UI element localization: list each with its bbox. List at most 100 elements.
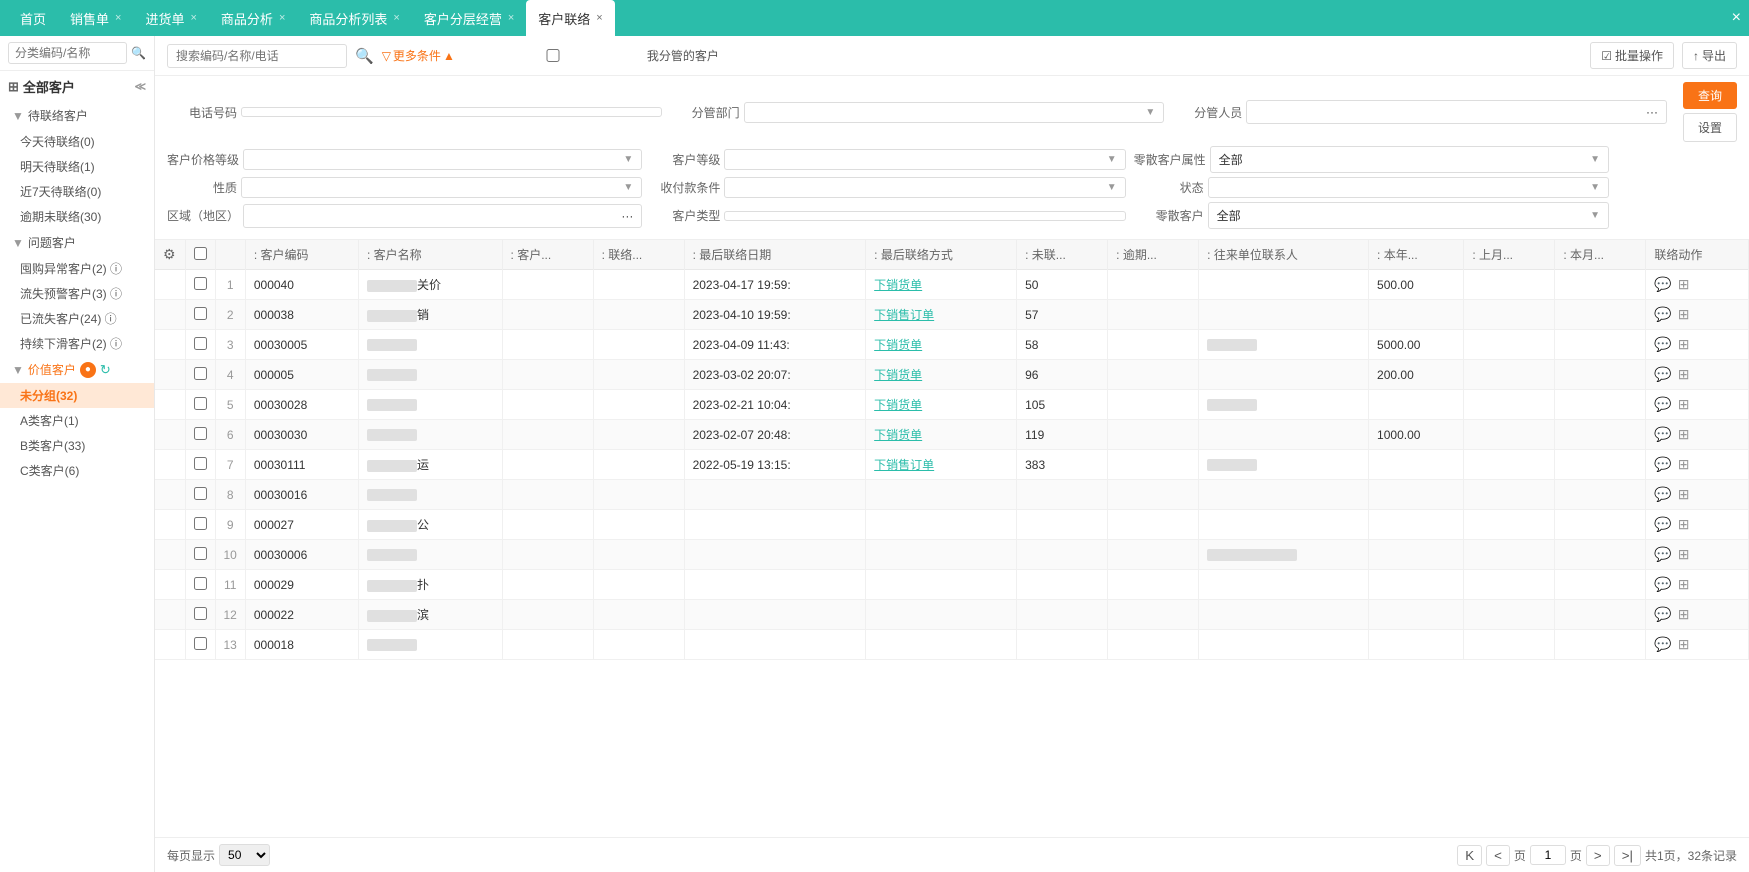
row-checkbox[interactable] — [185, 360, 215, 390]
row-last-method-link[interactable]: 下销售订单 — [874, 308, 934, 322]
sidebar-item-class-a[interactable]: A类客户(1) — [0, 408, 154, 433]
sidebar-item-class-c[interactable]: C类客户(6) — [0, 458, 154, 483]
sidebar-item-today-pending[interactable]: 今天待联络(0) — [0, 129, 154, 154]
close-analysis-list-tab[interactable]: × — [393, 12, 399, 24]
filter-payment-select[interactable]: ▼ — [724, 177, 1125, 198]
grid-icon[interactable]: ⊞ — [1678, 456, 1690, 473]
chat-icon[interactable]: 💬 — [1654, 336, 1671, 353]
grid-icon[interactable]: ⊞ — [1678, 486, 1690, 503]
value-group-header[interactable]: ▼ 价值客户 ● ↻ — [0, 356, 154, 383]
chat-icon[interactable]: 💬 — [1654, 306, 1671, 323]
row-select-checkbox[interactable] — [194, 367, 207, 380]
sidebar-item-churn-warning[interactable]: 流失预警客户(3) ⓘ — [0, 281, 154, 306]
settings-icon[interactable]: ⚙ — [163, 246, 176, 262]
row-select-checkbox[interactable] — [194, 337, 207, 350]
chat-icon[interactable]: 💬 — [1654, 276, 1671, 293]
filter-manager-input[interactable]: ··· — [1246, 100, 1667, 124]
filter-region-input[interactable]: ··· — [243, 204, 642, 228]
close-purchase-tab[interactable]: × — [190, 12, 196, 24]
filter-dept-select[interactable]: ▼ — [744, 102, 1165, 123]
per-page-select[interactable]: 50 20 100 — [219, 844, 270, 866]
grid-icon[interactable]: ⊞ — [1678, 366, 1690, 383]
row-select-checkbox[interactable] — [194, 547, 207, 560]
row-checkbox[interactable] — [185, 600, 215, 630]
grid-icon[interactable]: ⊞ — [1678, 336, 1690, 353]
row-last-method-link[interactable]: 下销售订单 — [874, 458, 934, 472]
row-checkbox[interactable] — [185, 390, 215, 420]
row-checkbox[interactable] — [185, 420, 215, 450]
checkbox-col-header[interactable] — [185, 240, 215, 270]
category-search-input[interactable] — [8, 42, 127, 64]
close-customer-contact-tab[interactable]: × — [596, 12, 602, 24]
tab-home[interactable]: 首页 — [8, 0, 58, 36]
problem-group-header[interactable]: ▼ 问题客户 — [0, 229, 154, 256]
sidebar-item-class-b[interactable]: B类客户(33) — [0, 433, 154, 458]
sidebar-item-ungroup[interactable]: 未分组(32) — [0, 383, 154, 408]
filter-scatter-attr-select[interactable]: 全部▼ — [1210, 146, 1609, 173]
grid-icon[interactable]: ⊞ — [1678, 306, 1690, 323]
row-checkbox[interactable] — [185, 450, 215, 480]
prev-page-button[interactable]: < — [1486, 845, 1510, 866]
filter-status-select[interactable]: ▼ — [1208, 177, 1609, 198]
my-customers-checkbox[interactable] — [463, 49, 643, 62]
grid-icon[interactable]: ⊞ — [1678, 516, 1690, 533]
row-last-method-link[interactable]: 下销货单 — [874, 428, 922, 442]
row-last-method-link[interactable]: 下销货单 — [874, 398, 922, 412]
more-conditions-btn[interactable]: ▽ 更多条件 ▲ — [382, 47, 455, 64]
refresh-icon[interactable]: ↻ — [100, 362, 111, 378]
grid-icon[interactable]: ⊞ — [1678, 396, 1690, 413]
sidebar-item-hoarding[interactable]: 囤购异常客户(2) ⓘ — [0, 256, 154, 281]
search-icon[interactable]: 🔍 — [355, 47, 374, 65]
row-select-checkbox[interactable] — [194, 427, 207, 440]
filter-nature-select[interactable]: ▼ — [241, 177, 642, 198]
row-select-checkbox[interactable] — [194, 397, 207, 410]
row-checkbox[interactable] — [185, 330, 215, 360]
export-button[interactable]: ↑ 导出 — [1682, 42, 1737, 69]
chat-icon[interactable]: 💬 — [1654, 456, 1671, 473]
all-customers-header[interactable]: ⊞ 全部客户 ≪ — [0, 71, 154, 102]
query-button[interactable]: 查询 — [1683, 82, 1737, 109]
chat-icon[interactable]: 💬 — [1654, 516, 1671, 533]
my-customers-checkbox-label[interactable]: 我分管的客户 — [463, 47, 719, 64]
row-select-checkbox[interactable] — [194, 277, 207, 290]
first-page-button[interactable]: K — [1457, 845, 1482, 866]
row-select-checkbox[interactable] — [194, 307, 207, 320]
sidebar-item-declining[interactable]: 持续下滑客户(2) ⓘ — [0, 331, 154, 356]
chat-icon[interactable]: 💬 — [1654, 606, 1671, 623]
settings-col-header[interactable]: ⚙ — [155, 240, 185, 270]
chat-icon[interactable]: 💬 — [1654, 546, 1671, 563]
sidebar-item-overdue-pending[interactable]: 逾期未联络(30) — [0, 204, 154, 229]
close-customer-segment-tab[interactable]: × — [508, 12, 514, 24]
row-last-method-link[interactable]: 下销货单 — [874, 278, 922, 292]
grid-icon[interactable]: ⊞ — [1678, 576, 1690, 593]
last-page-button[interactable]: >| — [1614, 845, 1641, 866]
row-checkbox[interactable] — [185, 630, 215, 660]
tab-analysis-list[interactable]: 商品分析列表 × — [297, 0, 411, 36]
chat-icon[interactable]: 💬 — [1654, 576, 1671, 593]
row-checkbox[interactable] — [185, 300, 215, 330]
sidebar-item-tomorrow-pending[interactable]: 明天待联络(1) — [0, 154, 154, 179]
tab-sales[interactable]: 销售单 × — [58, 0, 133, 36]
close-sales-tab[interactable]: × — [115, 12, 121, 24]
tab-purchase[interactable]: 进货单 × — [133, 0, 208, 36]
chat-icon[interactable]: 💬 — [1654, 636, 1671, 653]
filter-scatter-cust-select[interactable]: 全部▼ — [1208, 202, 1609, 229]
row-checkbox[interactable] — [185, 540, 215, 570]
sidebar-item-7days-pending[interactable]: 近7天待联络(0) — [0, 179, 154, 204]
row-select-checkbox[interactable] — [194, 457, 207, 470]
tab-customer-contact[interactable]: 客户联络 × — [526, 0, 614, 36]
pending-group-header[interactable]: ▼ 待联络客户 — [0, 102, 154, 129]
row-select-checkbox[interactable] — [194, 487, 207, 500]
chat-icon[interactable]: 💬 — [1654, 396, 1671, 413]
row-last-method-link[interactable]: 下销货单 — [874, 338, 922, 352]
category-search-icon[interactable]: 🔍 — [131, 46, 146, 60]
row-select-checkbox[interactable] — [194, 637, 207, 650]
filter-cust-level-select[interactable]: ▼ — [724, 149, 1125, 170]
chat-icon[interactable]: 💬 — [1654, 426, 1671, 443]
row-last-method-link[interactable]: 下销货单 — [874, 368, 922, 382]
grid-icon[interactable]: ⊞ — [1678, 426, 1690, 443]
filter-price-level-select[interactable]: ▼ — [243, 149, 642, 170]
row-select-checkbox[interactable] — [194, 607, 207, 620]
sidebar-item-churned[interactable]: 已流失客户(24) ⓘ — [0, 306, 154, 331]
collapse-btn[interactable]: ≪ — [134, 80, 146, 93]
